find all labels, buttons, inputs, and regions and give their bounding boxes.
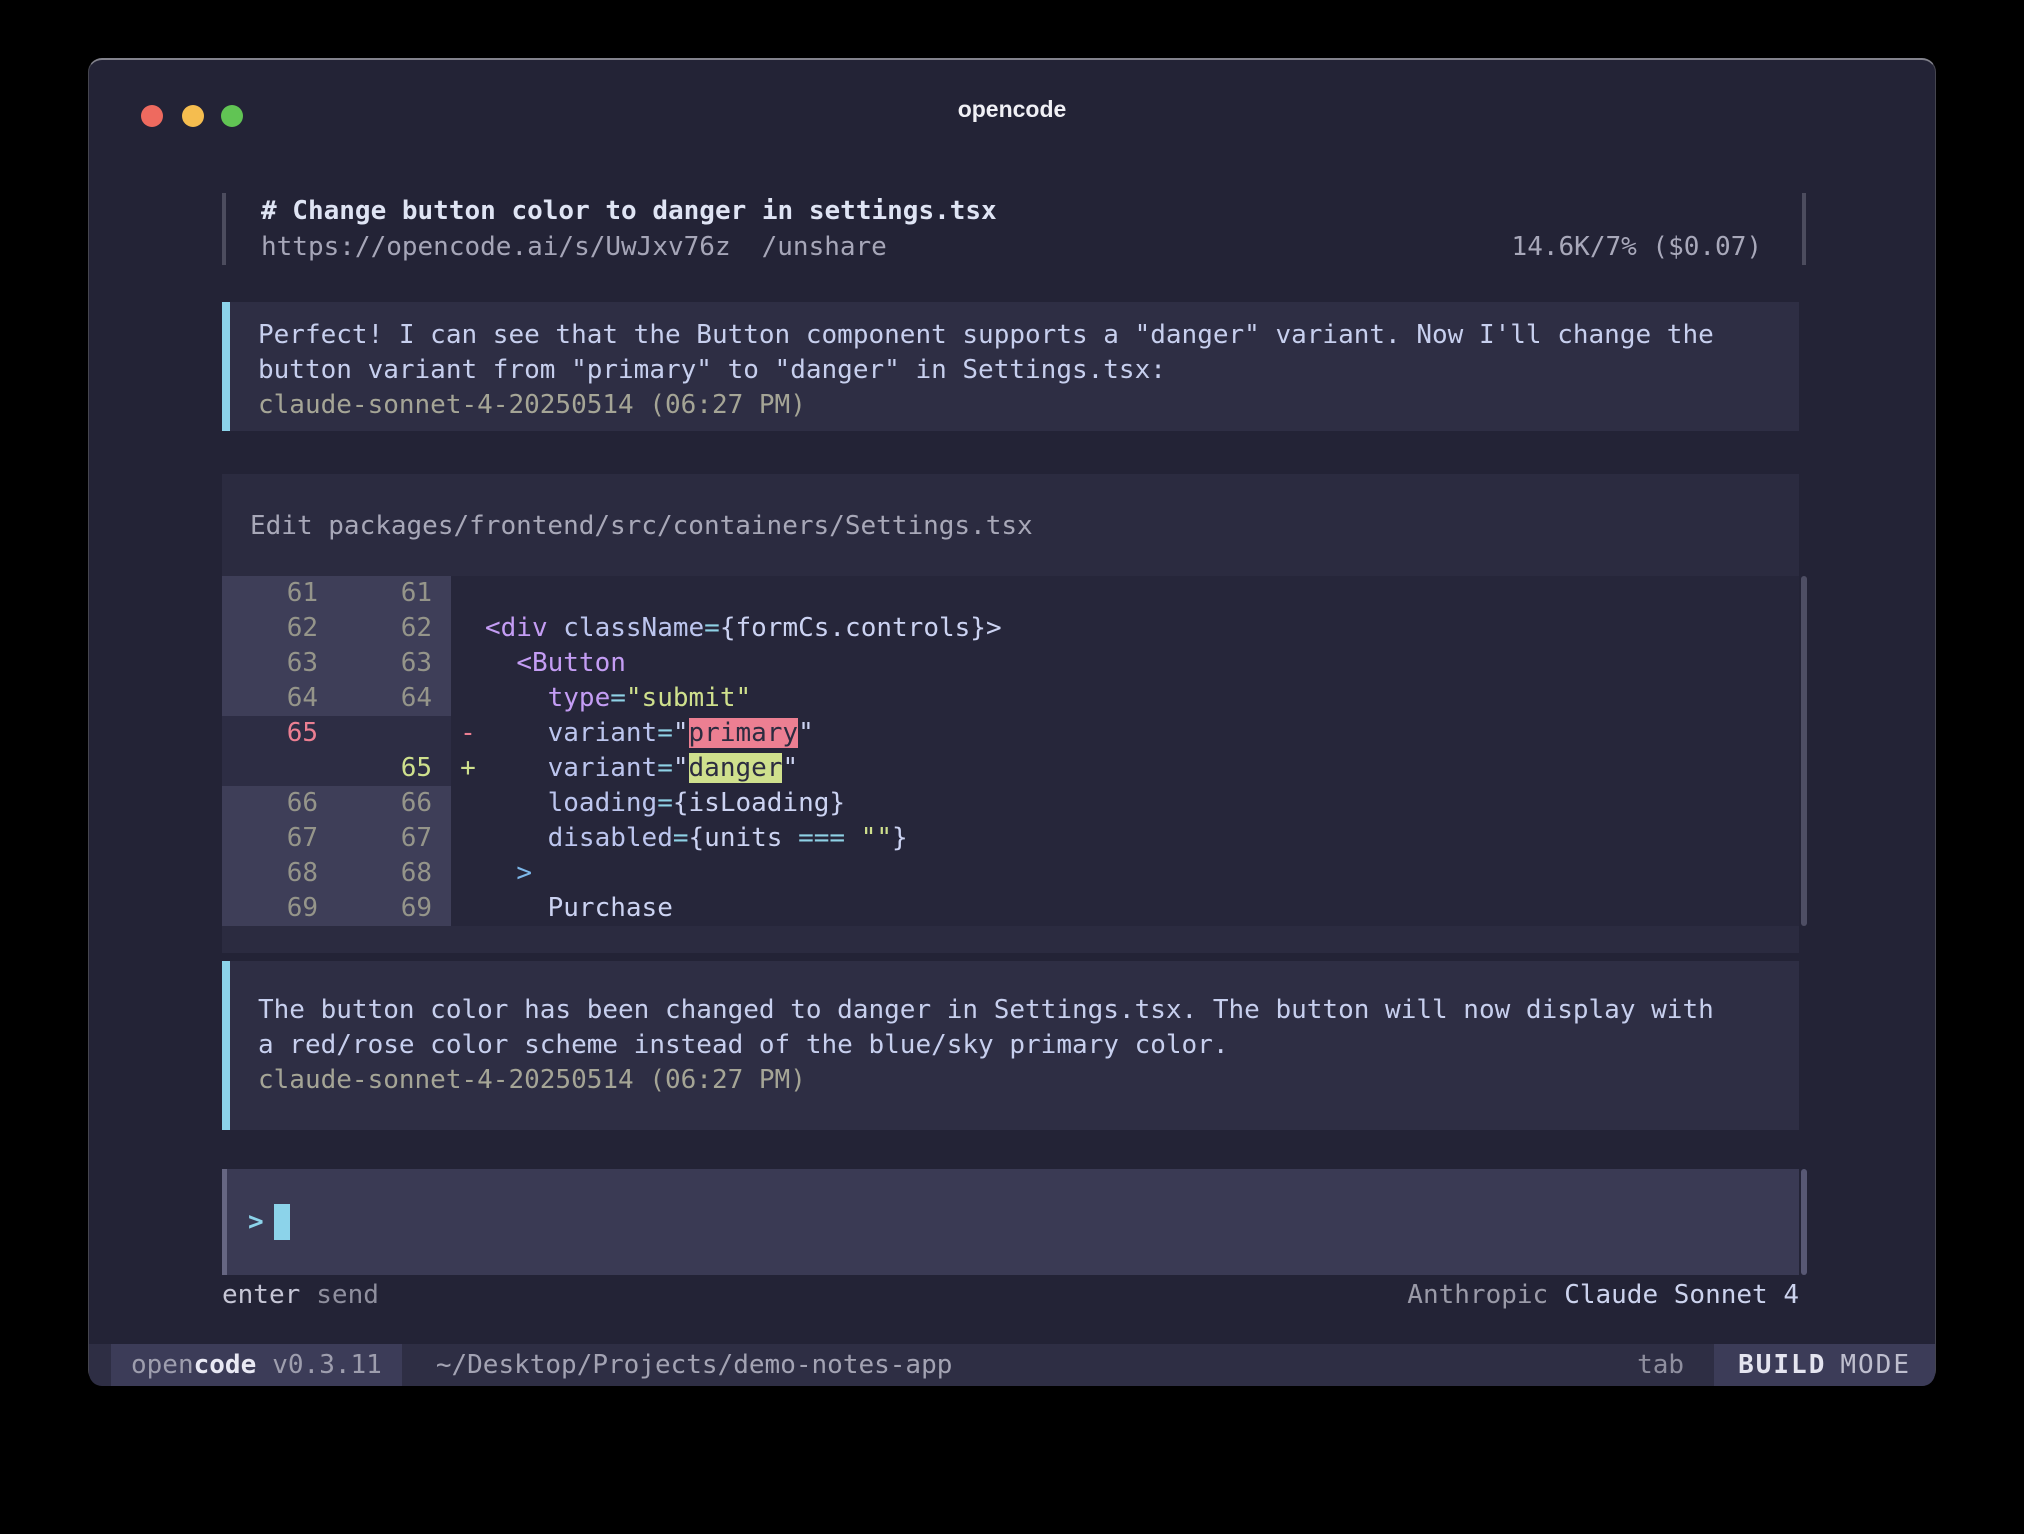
edit-panel: Edit packages/frontend/src/containers/Se… — [222, 474, 1799, 953]
message-line: The button color has been changed to dan… — [258, 993, 1771, 1028]
brand-open: open — [131, 1350, 194, 1380]
enter-key-hint: enter — [222, 1280, 300, 1310]
model-hint: Anthropic Claude Sonnet 4 — [1407, 1278, 1799, 1313]
version-label: v0.3.11 — [272, 1350, 382, 1380]
diff-row: 6363 <Button — [222, 646, 1799, 681]
window-title: opencode — [89, 96, 1935, 123]
context-stats: 14.6K/7% ($0.07) — [1512, 229, 1762, 265]
app-brand: opencode v0.3.11 — [111, 1344, 402, 1386]
cwd-path: ~/Desktop/Projects/demo-notes-app — [436, 1344, 1637, 1386]
model-label: Claude Sonnet 4 — [1564, 1280, 1799, 1310]
message-line: Perfect! I can see that the Button compo… — [258, 318, 1771, 353]
diff-row: 6666 loading={isLoading} — [222, 786, 1799, 821]
diff-row: 65- variant="primary" — [222, 716, 1799, 751]
tab-key-hint[interactable]: tab — [1637, 1344, 1684, 1386]
diff-row: 6969 Purchase — [222, 891, 1799, 926]
provider-label: Anthropic — [1407, 1280, 1548, 1310]
diff-row: 6767 disabled={units === ""} — [222, 821, 1799, 856]
input-scrollbar[interactable] — [1801, 1169, 1807, 1275]
text-cursor — [274, 1204, 290, 1240]
app-window: opencode # Change button color to danger… — [88, 58, 1936, 1384]
unshare-command: /unshare — [762, 232, 887, 262]
message-meta: claude-sonnet-4-20250514 (06:27 PM) — [258, 388, 1771, 423]
session-header: # Change button color to danger in setti… — [222, 193, 1806, 265]
share-line: https://opencode.ai/s/UwJxv76z/unshare — [261, 229, 887, 265]
message-line: a red/rose color scheme instead of the b… — [258, 1028, 1771, 1063]
diff-table: 61616262<div className={formCs.controls}… — [222, 576, 1799, 926]
brand-code: code — [194, 1350, 257, 1380]
prompt-symbol: > — [248, 1207, 264, 1237]
send-hint: enter send — [222, 1278, 379, 1313]
page-root: { "window": { "title": "opencode" }, "co… — [0, 0, 2024, 1534]
prompt-input[interactable]: > — [222, 1169, 1799, 1275]
mode-badge: BUILD MODE — [1714, 1344, 1935, 1386]
diff-row: 6262<div className={formCs.controls}> — [222, 611, 1799, 646]
status-bar: opencode v0.3.11 ~/Desktop/Projects/demo-… — [89, 1344, 1935, 1386]
diff-row: 6161 — [222, 576, 1799, 611]
diff-scrollbar[interactable] — [1801, 576, 1807, 926]
mode-build: BUILD — [1738, 1350, 1826, 1380]
diff-row: 6868 > — [222, 856, 1799, 891]
share-url[interactable]: https://opencode.ai/s/UwJxv76z — [261, 232, 731, 262]
assistant-message: The button color has been changed to dan… — [222, 961, 1799, 1130]
message-meta: claude-sonnet-4-20250514 (06:27 PM) — [258, 1063, 1771, 1098]
assistant-message: Perfect! I can see that the Button compo… — [222, 302, 1799, 431]
session-title: # Change button color to danger in setti… — [261, 193, 997, 229]
mode-mode: MODE — [1840, 1350, 1911, 1380]
diff-row: 6464 type="submit" — [222, 681, 1799, 716]
diff-row: 65+ variant="danger" — [222, 751, 1799, 786]
message-line: button variant from "primary" to "danger… — [258, 353, 1771, 388]
hint-bar: enter send Anthropic Claude Sonnet 4 — [222, 1278, 1799, 1313]
edit-title: Edit packages/frontend/src/containers/Se… — [222, 474, 1799, 544]
send-label: send — [316, 1280, 379, 1310]
